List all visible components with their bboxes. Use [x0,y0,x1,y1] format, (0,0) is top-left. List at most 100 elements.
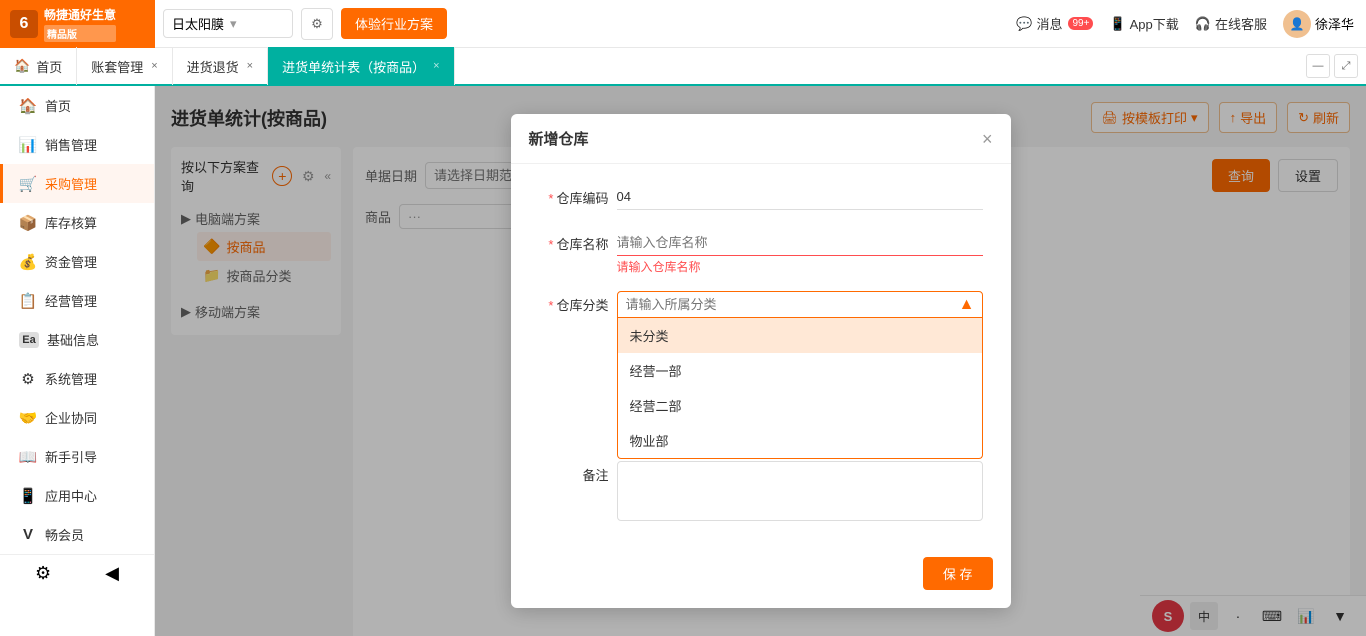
tab-purchase-stat[interactable]: 进货单统计表（按商品） × [268,47,454,85]
sidebar: 🏠 首页 📊 销售管理 🛒 采购管理 📦 库存核算 💰 资金管理 📋 经营管理 … [0,86,155,636]
sidebar-item-inventory[interactable]: 📦 库存核算 [0,203,154,242]
tab-accounts[interactable]: 账套管理 × [77,47,172,85]
category-dropdown: 未分类 经营一部 经营二部 物业部 [617,318,983,459]
sidebar-item-purchase[interactable]: 🛒 采购管理 [0,164,154,203]
sales-icon: 📊 [19,136,37,154]
name-row: 仓库名称 请输入仓库名称 [539,230,983,275]
modal-body: 仓库编码 仓库名称 请输入仓库名称 [511,164,1011,547]
headset-icon: 🎧 [1195,16,1211,32]
category-option-1[interactable]: 经营一部 [618,353,982,388]
store-selector[interactable]: 日太阳膜 ▾ [163,9,293,38]
category-select-wrap: ▲ 未分类 经营一部 经营二部 [617,291,983,318]
tab-purchase-return-label: 进货退货 [187,57,239,76]
top-right: 💬 消息 99+ 📱 App下载 🎧 在线客服 👤 徐泽华 [1016,10,1354,38]
guide-icon: 📖 [19,448,37,466]
sidebar-item-finance[interactable]: 💰 资金管理 [0,242,154,281]
app-download-item[interactable]: 📱 App下载 [1109,14,1178,33]
content-area: 进货单统计(按商品) 🖨 按模板打印 ▾ ↑ 导出 ↻ 刷新 [155,86,1366,636]
sidebar-item-operation[interactable]: 📋 经营管理 [0,281,154,320]
store-dropdown-icon: ▾ [230,16,284,32]
message-item[interactable]: 💬 消息 99+ [1016,14,1093,33]
service-item[interactable]: 🎧 在线客服 [1195,14,1267,33]
tab-accounts-close[interactable]: × [151,60,157,72]
sidebar-label-apps: 应用中心 [45,486,97,505]
tab-purchase-stat-close[interactable]: × [433,60,439,72]
main-layout: 🏠 首页 📊 销售管理 🛒 采购管理 📦 库存核算 💰 资金管理 📋 经营管理 … [0,86,1366,636]
user-name: 徐泽华 [1315,14,1354,33]
remark-input[interactable] [617,461,983,521]
sidebar-collapse-icon[interactable]: ◀ [105,563,119,584]
sidebar-label-sales: 销售管理 [45,135,97,154]
category-input[interactable] [617,291,983,318]
modal-footer: 保 存 [511,547,1011,608]
sidebar-item-guide[interactable]: 📖 新手引导 [0,437,154,476]
tab-minimize-button[interactable]: — [1306,54,1330,78]
store-name: 日太阳膜 [172,14,226,33]
collab-icon: 🤝 [19,409,37,427]
sidebar-label-system: 系统管理 [45,369,97,388]
name-input-wrap: 请输入仓库名称 [617,230,983,275]
name-input[interactable] [617,230,983,256]
remark-label: 备注 [539,461,609,491]
tab-controls: — ⤢ [1306,54,1366,78]
system-icon: ⚙ [19,370,37,388]
tab-expand-button[interactable]: ⤢ [1334,54,1358,78]
user-avatar-area[interactable]: 👤 徐泽华 [1283,10,1354,38]
category-option-2[interactable]: 经营二部 [618,388,982,423]
purchase-icon: 🛒 [19,175,37,193]
tab-purchase-return[interactable]: 进货退货 × [173,47,268,85]
sidebar-label-collab: 企业协同 [45,408,97,427]
sidebar-label-operation: 经营管理 [45,291,97,310]
tab-home[interactable]: 🏠 首页 [0,47,77,85]
category-arrow-icon[interactable]: ▲ [959,296,975,314]
top-bar: 6 畅捷通好生意 精品版 日太阳膜 ▾ ⚙ 体验行业方案 💬 消息 99+ 📱 … [0,0,1366,48]
add-warehouse-modal: 新增仓库 × 仓库编码 仓库名称 [511,114,1011,608]
message-icon: 💬 [1016,16,1032,32]
apps-icon: 📱 [19,487,37,505]
logo-area: 6 畅捷通好生意 精品版 [0,0,155,48]
sidebar-item-apps[interactable]: 📱 应用中心 [0,476,154,515]
logo-icon: 6 [10,10,38,38]
sidebar-item-collab[interactable]: 🤝 企业协同 [0,398,154,437]
sidebar-item-basic[interactable]: Ea 基础信息 [0,320,154,359]
gear-icon: ⚙ [311,16,323,32]
phone-icon: 📱 [1109,16,1125,32]
sidebar-item-vip[interactable]: V 畅会员 [0,515,154,554]
sidebar-settings-icon[interactable]: ⚙ [35,563,51,584]
gear-button[interactable]: ⚙ [301,8,333,40]
tab-home-text: 首页 [36,57,62,76]
save-button[interactable]: 保 存 [923,557,993,590]
tab-purchase-stat-label: 进货单统计表（按商品） [282,57,425,76]
sidebar-label-purchase: 采购管理 [45,174,97,193]
inventory-icon: 📦 [19,214,37,232]
remark-row: 备注 [539,461,983,521]
basic-icon: Ea [19,332,39,348]
message-label: 消息 [1036,14,1062,33]
name-label: 仓库名称 [539,230,609,260]
category-option-3[interactable]: 物业部 [618,423,982,458]
tab-home-label: 🏠 [14,58,30,74]
category-label: 仓库分类 [539,291,609,321]
tab-accounts-label: 账套管理 [91,57,143,76]
code-label: 仓库编码 [539,184,609,214]
nav-tabs: 🏠 首页 账套管理 × 进货退货 × 进货单统计表（按商品） × — ⤢ [0,48,1366,86]
finance-icon: 💰 [19,253,37,271]
tab-purchase-return-close[interactable]: × [247,60,253,72]
sidebar-item-system[interactable]: ⚙ 系统管理 [0,359,154,398]
service-label: 在线客服 [1215,14,1267,33]
modal-close-button[interactable]: × [982,130,993,148]
category-option-0[interactable]: 未分类 [618,318,982,353]
sidebar-label-vip: 畅会员 [45,525,84,544]
sidebar-label-inventory: 库存核算 [45,213,97,232]
code-input[interactable] [617,184,983,210]
vip-icon: V [19,526,37,544]
sidebar-item-sales[interactable]: 📊 销售管理 [0,125,154,164]
sidebar-item-home[interactable]: 🏠 首页 [0,86,154,125]
logo-text: 畅捷通好生意 精品版 [44,6,116,42]
home-icon: 🏠 [19,97,37,115]
notification-badge: 99+ [1068,17,1093,30]
operation-icon: 📋 [19,292,37,310]
trial-button[interactable]: 体验行业方案 [341,8,447,39]
sidebar-label-basic: 基础信息 [47,330,99,349]
app-label: App下载 [1130,14,1179,33]
